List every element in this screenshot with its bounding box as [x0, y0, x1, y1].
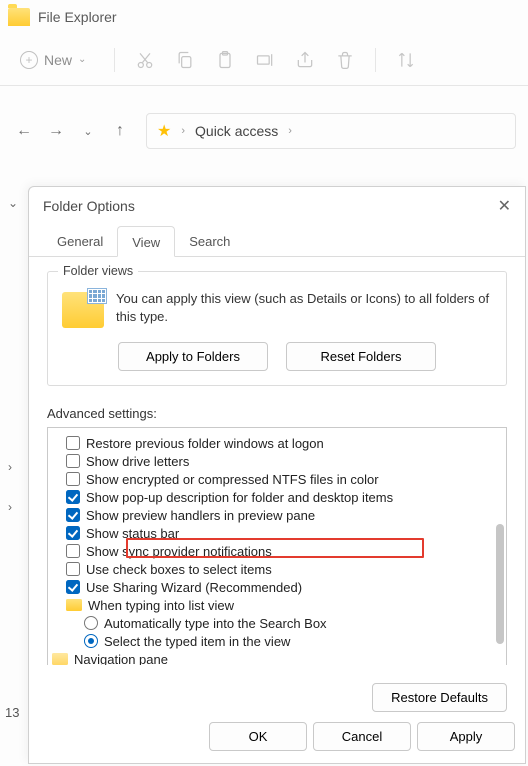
plus-icon: + — [20, 51, 38, 69]
cut-icon[interactable] — [135, 50, 155, 70]
chevron-right-icon: › — [288, 125, 292, 137]
toolbar: + New ⌄ — [0, 34, 528, 86]
item-typing: When typing into list view — [88, 598, 234, 613]
sort-icon[interactable] — [396, 50, 416, 70]
checkbox-ntfs[interactable] — [66, 472, 80, 486]
cancel-button[interactable]: Cancel — [313, 722, 411, 751]
advanced-settings-list[interactable]: Restore previous folder windows at logon… — [47, 427, 507, 665]
item-sharing: Use Sharing Wizard (Recommended) — [86, 580, 302, 595]
nav-row: ← → ⌄ ↑ ★ › Quick access › — [0, 104, 528, 158]
titlebar: File Explorer — [0, 0, 528, 34]
item-restore: Restore previous folder windows at logon — [86, 436, 324, 451]
tab-search[interactable]: Search — [175, 226, 244, 257]
forward-button[interactable]: → — [44, 122, 68, 140]
folder-icon — [52, 653, 68, 665]
advanced-settings-label: Advanced settings: — [47, 406, 507, 421]
chevron-right-icon[interactable]: › — [8, 500, 12, 514]
recent-button[interactable]: ⌄ — [76, 125, 100, 138]
reset-folders-button[interactable]: Reset Folders — [286, 342, 436, 371]
separator — [114, 48, 115, 72]
radio-auto[interactable] — [84, 616, 98, 630]
folder-icon — [8, 8, 30, 26]
back-button[interactable]: ← — [12, 122, 36, 140]
window-title: File Explorer — [38, 9, 117, 25]
item-sync: Show sync provider notifications — [86, 544, 272, 559]
item-popup: Show pop-up description for folder and d… — [86, 490, 393, 505]
checkbox-preview[interactable] — [66, 508, 80, 522]
folder-icon — [66, 599, 82, 611]
folder-views-desc: You can apply this view (such as Details… — [116, 290, 492, 328]
dialog-title: Folder Options — [43, 198, 135, 214]
checkbox-popup[interactable] — [66, 490, 80, 504]
apply-button[interactable]: Apply — [417, 722, 515, 751]
checkbox-sharing[interactable] — [66, 580, 80, 594]
chevron-down-icon: ⌄ — [78, 54, 86, 65]
separator — [375, 48, 376, 72]
checkbox-drive[interactable] — [66, 454, 80, 468]
radio-select[interactable] — [84, 634, 98, 648]
folder-options-dialog: Folder Options ✕ General View Search Fol… — [28, 186, 526, 764]
expand-icon[interactable]: ⌄ — [8, 196, 18, 210]
item-navpane: Navigation pane — [74, 652, 168, 666]
checkbox-restore[interactable] — [66, 436, 80, 450]
rename-icon[interactable] — [255, 50, 275, 70]
item-usecb: Use check boxes to select items — [86, 562, 272, 577]
close-button[interactable]: ✕ — [498, 196, 511, 216]
up-button[interactable]: ↑ — [108, 122, 132, 140]
dialog-titlebar: Folder Options ✕ — [29, 187, 525, 225]
chevron-right-icon[interactable]: › — [8, 460, 12, 474]
dialog-buttons: OK Cancel Apply — [29, 712, 525, 763]
item-ntfs: Show encrypted or compressed NTFS files … — [86, 472, 379, 487]
tab-view[interactable]: View — [117, 226, 175, 257]
checkbox-status[interactable] — [66, 526, 80, 540]
delete-icon[interactable] — [335, 50, 355, 70]
new-label: New — [44, 52, 72, 68]
scrollbar[interactable] — [496, 524, 504, 644]
item-auto: Automatically type into the Search Box — [104, 616, 327, 631]
item-preview: Show preview handlers in preview pane — [86, 508, 315, 523]
checkbox-usecb[interactable] — [66, 562, 80, 576]
star-icon: ★ — [157, 121, 171, 141]
breadcrumb[interactable]: Quick access — [195, 123, 278, 139]
tab-general[interactable]: General — [43, 226, 117, 257]
checkbox-sync[interactable] — [66, 544, 80, 558]
folder-views-legend: Folder views — [58, 264, 138, 278]
item-select: Select the typed item in the view — [104, 634, 290, 649]
new-button[interactable]: + New ⌄ — [12, 45, 94, 75]
item-count: 13 — [5, 705, 19, 720]
item-status: Show status bar — [86, 526, 179, 541]
share-icon[interactable] — [295, 50, 315, 70]
tab-strip: General View Search — [29, 225, 525, 257]
chevron-right-icon: › — [181, 125, 185, 137]
item-drive: Show drive letters — [86, 454, 189, 469]
ok-button[interactable]: OK — [209, 722, 307, 751]
restore-defaults-button[interactable]: Restore Defaults — [372, 683, 507, 712]
folder-views-icon — [62, 292, 104, 328]
apply-to-folders-button[interactable]: Apply to Folders — [118, 342, 268, 371]
paste-icon[interactable] — [215, 50, 235, 70]
copy-icon[interactable] — [175, 50, 195, 70]
folder-views-group: Folder views You can apply this view (su… — [47, 271, 507, 386]
address-bar[interactable]: ★ › Quick access › — [146, 113, 516, 149]
